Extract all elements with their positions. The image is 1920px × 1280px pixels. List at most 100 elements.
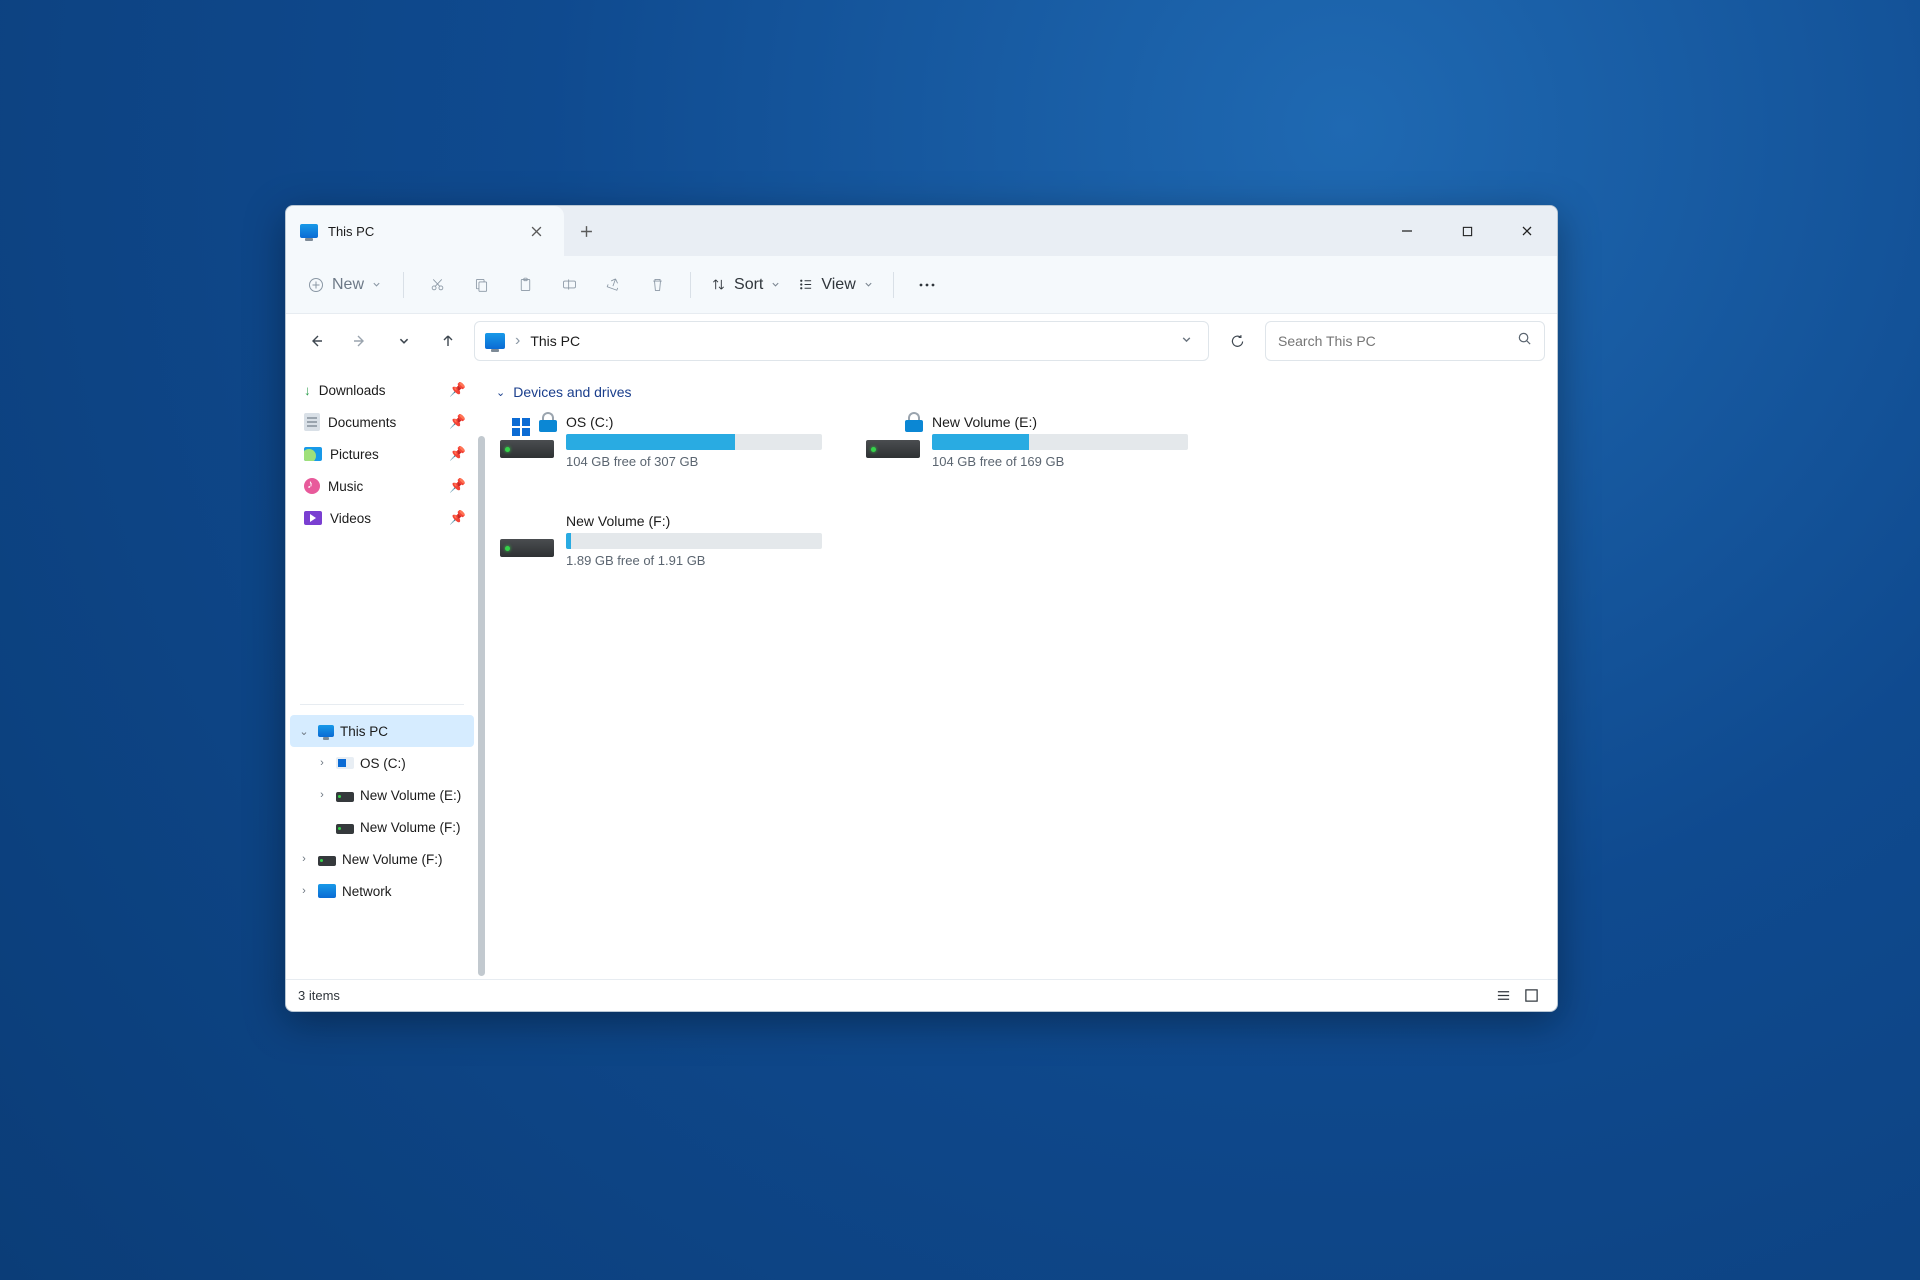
scissors-icon bbox=[429, 276, 446, 293]
tree-label: New Volume (F:) bbox=[360, 820, 461, 835]
view-icon bbox=[798, 277, 813, 292]
expand-icon[interactable]: › bbox=[314, 757, 330, 769]
document-icon bbox=[304, 413, 320, 431]
window-controls bbox=[1377, 206, 1557, 256]
tab-this-pc[interactable]: This PC bbox=[286, 206, 564, 256]
expand-icon[interactable]: › bbox=[296, 853, 312, 865]
drive-item[interactable]: OS (C:)104 GB free of 307 GB bbox=[496, 410, 826, 473]
tiles-view-button[interactable] bbox=[1517, 984, 1545, 1008]
tree-network[interactable]: ›Network bbox=[290, 875, 474, 907]
pin-icon: 📌 bbox=[449, 382, 466, 398]
sidebar-scrollbar[interactable] bbox=[478, 436, 485, 976]
share-icon bbox=[605, 276, 622, 293]
tree-label: New Volume (F:) bbox=[342, 852, 443, 867]
content-pane: ⌄ Devices and drives OS (C:)104 GB free … bbox=[478, 368, 1557, 979]
expand-icon[interactable]: › bbox=[314, 789, 330, 801]
sort-label: Sort bbox=[734, 276, 763, 294]
chevron-down-icon bbox=[372, 280, 381, 289]
chevron-down-icon bbox=[398, 335, 410, 347]
refresh-icon bbox=[1229, 333, 1246, 350]
file-explorer-window: This PC New Sort bbox=[285, 205, 1558, 1012]
drive-large-icon bbox=[866, 414, 920, 458]
this-pc-icon bbox=[485, 333, 505, 349]
plus-icon bbox=[580, 225, 593, 238]
new-label: New bbox=[332, 276, 364, 294]
drive-icon bbox=[336, 824, 354, 834]
search-icon bbox=[1517, 331, 1532, 351]
more-button[interactable] bbox=[906, 267, 948, 303]
breadcrumb-location[interactable]: This PC bbox=[530, 333, 580, 349]
group-header-devices[interactable]: ⌄ Devices and drives bbox=[496, 384, 1539, 400]
delete-button[interactable] bbox=[636, 267, 678, 303]
this-pc-icon bbox=[300, 224, 318, 238]
up-button[interactable] bbox=[430, 323, 466, 359]
drive-free-text: 104 GB free of 307 GB bbox=[566, 454, 822, 469]
sidebar-item-pictures[interactable]: Pictures 📌 bbox=[296, 438, 472, 470]
sidebar-item-label: Music bbox=[328, 479, 363, 494]
expand-icon[interactable]: › bbox=[296, 885, 312, 897]
share-button[interactable] bbox=[592, 267, 634, 303]
sidebar-item-label: Downloads bbox=[319, 383, 386, 398]
minimize-button[interactable] bbox=[1377, 206, 1437, 256]
lock-icon bbox=[904, 412, 924, 434]
drive-icon bbox=[336, 757, 354, 769]
new-tab-button[interactable] bbox=[564, 206, 608, 256]
breadcrumb-separator: › bbox=[515, 332, 520, 350]
sidebar-item-documents[interactable]: Documents📌 bbox=[296, 406, 472, 438]
search-box[interactable] bbox=[1265, 321, 1545, 361]
tree-this-pc[interactable]: ⌄This PC bbox=[290, 715, 474, 747]
drive-item[interactable]: New Volume (E:)104 GB free of 169 GB bbox=[862, 410, 1192, 473]
chevron-down-icon bbox=[1181, 334, 1192, 345]
rename-button[interactable] bbox=[548, 267, 590, 303]
network-icon bbox=[318, 884, 336, 898]
drive-large-icon bbox=[500, 513, 554, 557]
new-button[interactable]: New bbox=[298, 270, 391, 300]
drive-large-icon bbox=[500, 414, 554, 458]
collapse-icon[interactable]: ⌄ bbox=[296, 725, 312, 738]
cut-button[interactable] bbox=[416, 267, 458, 303]
paste-button[interactable] bbox=[504, 267, 546, 303]
tiles-icon bbox=[1524, 988, 1539, 1003]
drive-item[interactable]: New Volume (F:)1.89 GB free of 1.91 GB bbox=[496, 509, 826, 572]
maximize-icon bbox=[1462, 226, 1473, 237]
sidebar-item-music[interactable]: Music📌 bbox=[296, 470, 472, 502]
download-icon: ↓ bbox=[304, 383, 311, 398]
tree-drive-e[interactable]: ›New Volume (E:) bbox=[290, 779, 474, 811]
view-button[interactable]: View bbox=[790, 270, 880, 300]
pin-icon: 📌 bbox=[449, 446, 466, 462]
forward-button[interactable] bbox=[342, 323, 378, 359]
clipboard-icon bbox=[517, 276, 534, 293]
copy-button[interactable] bbox=[460, 267, 502, 303]
recent-locations-button[interactable] bbox=[386, 323, 422, 359]
sidebar-item-videos[interactable]: Videos 📌 bbox=[296, 502, 472, 534]
address-bar[interactable]: › This PC bbox=[474, 321, 1209, 361]
drive-icon bbox=[336, 792, 354, 802]
status-item-count: 3 items bbox=[298, 988, 340, 1003]
tree-drive-c[interactable]: ›OS (C:) bbox=[290, 747, 474, 779]
tree-drive-f[interactable]: New Volume (F:) bbox=[290, 811, 474, 843]
back-button[interactable] bbox=[298, 323, 334, 359]
details-view-button[interactable] bbox=[1489, 984, 1517, 1008]
drive-free-text: 104 GB free of 169 GB bbox=[932, 454, 1188, 469]
drive-icon bbox=[318, 856, 336, 866]
group-header-label: Devices and drives bbox=[513, 384, 631, 400]
maximize-button[interactable] bbox=[1437, 206, 1497, 256]
tab-close-button[interactable] bbox=[522, 217, 550, 245]
drive-usage-bar bbox=[566, 533, 822, 549]
chevron-down-icon: ⌄ bbox=[496, 386, 505, 399]
sidebar-item-label: Pictures bbox=[330, 447, 379, 462]
tree-drive-f-root[interactable]: › New Volume (F:) bbox=[290, 843, 474, 875]
view-label: View bbox=[821, 276, 855, 294]
arrow-right-icon bbox=[352, 333, 368, 349]
sidebar-item-downloads[interactable]: ↓ Downloads 📌 bbox=[296, 374, 472, 406]
command-toolbar: New Sort View bbox=[286, 256, 1557, 314]
address-dropdown[interactable] bbox=[1174, 332, 1198, 350]
search-input[interactable] bbox=[1278, 333, 1507, 349]
refresh-button[interactable] bbox=[1217, 321, 1257, 361]
pin-icon: 📌 bbox=[449, 510, 466, 526]
sidebar-item-label: Documents bbox=[328, 415, 396, 430]
close-window-button[interactable] bbox=[1497, 206, 1557, 256]
close-icon bbox=[531, 226, 542, 237]
sidebar-item-label: Videos bbox=[330, 511, 371, 526]
sort-button[interactable]: Sort bbox=[703, 270, 788, 300]
